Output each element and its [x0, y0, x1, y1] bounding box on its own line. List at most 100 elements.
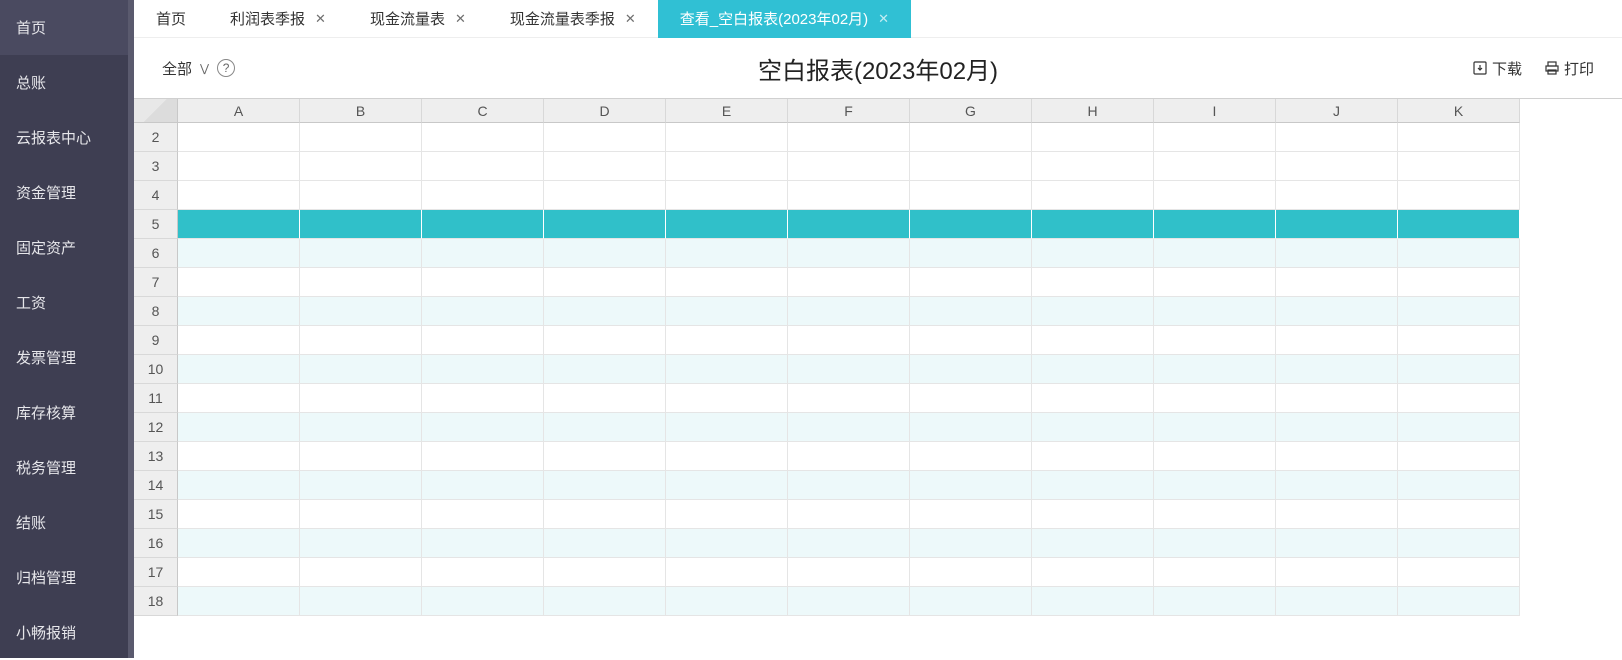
cell[interactable] — [178, 587, 300, 616]
cell[interactable] — [910, 210, 1032, 239]
row-header[interactable]: 16 — [134, 529, 178, 558]
cell[interactable] — [422, 123, 544, 152]
cell[interactable] — [1032, 413, 1154, 442]
cell[interactable] — [178, 442, 300, 471]
cell[interactable] — [788, 181, 910, 210]
cell[interactable] — [666, 558, 788, 587]
cell[interactable] — [544, 297, 666, 326]
cell[interactable] — [1154, 210, 1276, 239]
cell[interactable] — [788, 210, 910, 239]
cell[interactable] — [300, 500, 422, 529]
cell[interactable] — [178, 326, 300, 355]
row-header[interactable]: 10 — [134, 355, 178, 384]
cell[interactable] — [666, 123, 788, 152]
column-header[interactable]: F — [788, 99, 910, 123]
row-header[interactable]: 6 — [134, 239, 178, 268]
cell[interactable] — [788, 413, 910, 442]
cell[interactable] — [1276, 297, 1398, 326]
print-button[interactable]: 打印 — [1544, 58, 1594, 79]
cell[interactable] — [788, 152, 910, 181]
cell[interactable] — [788, 326, 910, 355]
row-header[interactable]: 13 — [134, 442, 178, 471]
cell[interactable] — [1032, 210, 1154, 239]
cell[interactable] — [300, 181, 422, 210]
cell[interactable] — [422, 297, 544, 326]
cell[interactable] — [1032, 268, 1154, 297]
cell[interactable] — [1398, 500, 1520, 529]
cell[interactable] — [422, 210, 544, 239]
cell[interactable] — [544, 587, 666, 616]
cell[interactable] — [300, 152, 422, 181]
cell[interactable] — [1398, 471, 1520, 500]
cell[interactable] — [666, 210, 788, 239]
cell[interactable] — [1276, 529, 1398, 558]
cell[interactable] — [544, 181, 666, 210]
cell[interactable] — [300, 210, 422, 239]
cell[interactable] — [1276, 442, 1398, 471]
row-header[interactable]: 7 — [134, 268, 178, 297]
cell[interactable] — [544, 326, 666, 355]
cell[interactable] — [1398, 268, 1520, 297]
cell[interactable] — [422, 384, 544, 413]
sidebar-item-cloud-report[interactable]: 云报表中心 — [0, 110, 128, 165]
cell[interactable] — [910, 181, 1032, 210]
close-icon[interactable]: ✕ — [455, 11, 466, 27]
cell[interactable] — [1398, 181, 1520, 210]
cell[interactable] — [1276, 152, 1398, 181]
cell[interactable] — [1154, 442, 1276, 471]
close-icon[interactable]: ✕ — [878, 11, 889, 27]
tab-1[interactable]: 利润表季报✕ — [208, 0, 348, 38]
cell[interactable] — [422, 152, 544, 181]
cell[interactable] — [910, 471, 1032, 500]
cell[interactable] — [666, 587, 788, 616]
cell[interactable] — [544, 413, 666, 442]
cell[interactable] — [544, 210, 666, 239]
cell[interactable] — [666, 384, 788, 413]
sidebar-item-home[interactable]: 首页 — [0, 0, 128, 55]
cell[interactable] — [544, 152, 666, 181]
cell[interactable] — [1398, 152, 1520, 181]
cell[interactable] — [1276, 471, 1398, 500]
cell[interactable] — [910, 239, 1032, 268]
cell[interactable] — [788, 268, 910, 297]
cell[interactable] — [1154, 471, 1276, 500]
cell[interactable] — [666, 413, 788, 442]
close-icon[interactable]: ✕ — [315, 11, 326, 27]
sidebar-item-invoice[interactable]: 发票管理 — [0, 330, 128, 385]
row-header[interactable]: 3 — [134, 152, 178, 181]
row-header[interactable]: 9 — [134, 326, 178, 355]
cell[interactable] — [1154, 558, 1276, 587]
cell[interactable] — [666, 268, 788, 297]
cell[interactable] — [788, 355, 910, 384]
cell[interactable] — [422, 587, 544, 616]
row-header[interactable]: 11 — [134, 384, 178, 413]
cell[interactable] — [666, 500, 788, 529]
cell[interactable] — [1032, 587, 1154, 616]
cell[interactable] — [544, 558, 666, 587]
cell[interactable] — [666, 297, 788, 326]
cell[interactable] — [1154, 268, 1276, 297]
sidebar-item-close[interactable]: 结账 — [0, 495, 128, 550]
cell[interactable] — [1032, 529, 1154, 558]
cell[interactable] — [1032, 326, 1154, 355]
cell[interactable] — [1032, 384, 1154, 413]
cell[interactable] — [910, 268, 1032, 297]
cell[interactable] — [910, 297, 1032, 326]
cell[interactable] — [300, 442, 422, 471]
tab-2[interactable]: 现金流量表✕ — [348, 0, 488, 38]
cell[interactable] — [1276, 587, 1398, 616]
cell[interactable] — [178, 500, 300, 529]
help-icon[interactable]: ? — [217, 59, 235, 77]
cell[interactable] — [178, 152, 300, 181]
cell[interactable] — [300, 471, 422, 500]
cell[interactable] — [300, 558, 422, 587]
cell[interactable] — [1154, 587, 1276, 616]
cell[interactable] — [1154, 326, 1276, 355]
cell[interactable] — [300, 123, 422, 152]
cell[interactable] — [544, 123, 666, 152]
cell[interactable] — [1154, 413, 1276, 442]
cell[interactable] — [1398, 587, 1520, 616]
cell[interactable] — [788, 471, 910, 500]
cell[interactable] — [1276, 384, 1398, 413]
cell[interactable] — [422, 326, 544, 355]
